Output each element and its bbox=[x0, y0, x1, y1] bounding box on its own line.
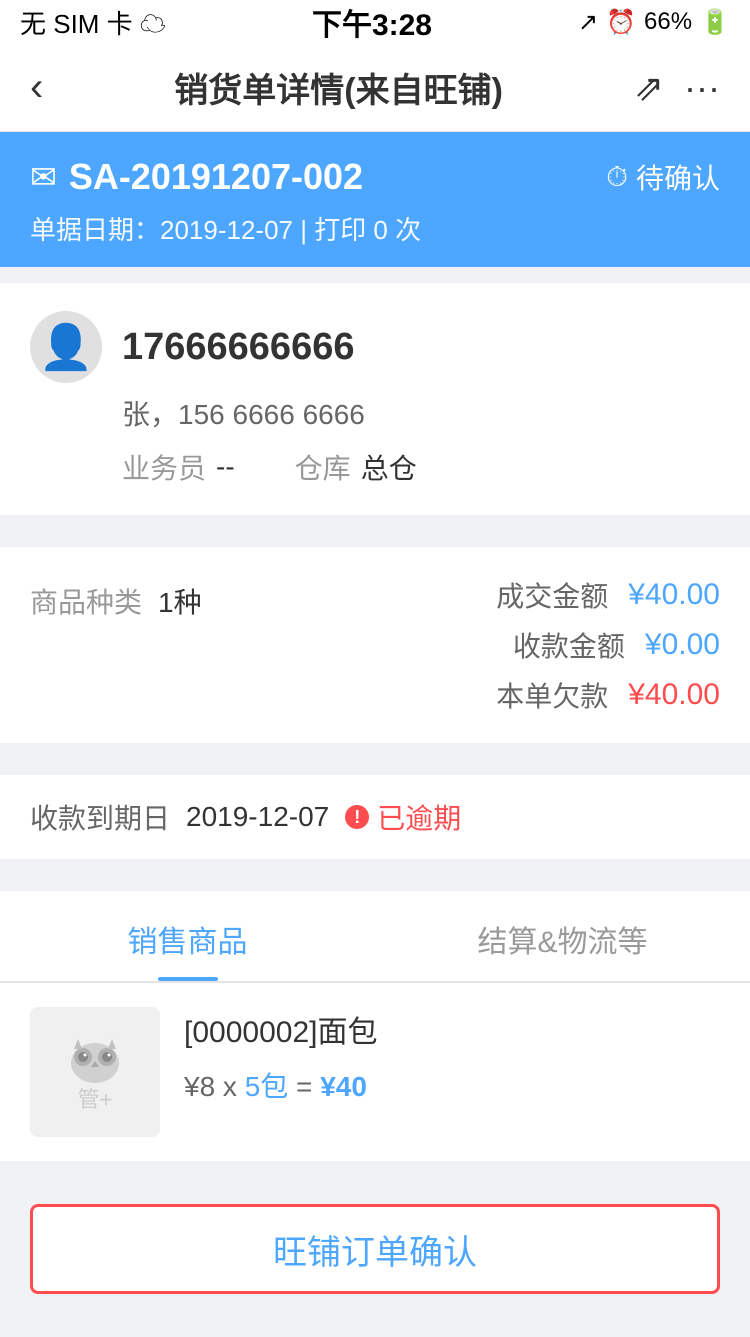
nav-actions: ⇗ ··· bbox=[634, 67, 720, 109]
more-button[interactable]: ··· bbox=[684, 67, 720, 109]
order-date: 单据日期：2019-12-07 | 打印 0 次 bbox=[30, 210, 720, 247]
due-date-card: 收款到期日 2019-12-07 ! 已逾期 bbox=[0, 775, 750, 859]
product-equals: = bbox=[288, 1071, 320, 1102]
product-info: [0000002]面包 ¥8 x 5包 = ¥40 bbox=[184, 1007, 720, 1105]
divider-3 bbox=[0, 759, 750, 775]
confirm-btn-wrap: 旺铺订单确认 bbox=[0, 1184, 750, 1334]
alarm-icon: ⏰ bbox=[606, 8, 636, 37]
product-price-row: ¥8 x 5包 = ¥40 bbox=[184, 1065, 720, 1105]
received-amount-label: 收款金额 bbox=[513, 625, 625, 665]
product-card: 管+ [0000002]面包 ¥8 x 5包 = ¥40 bbox=[0, 983, 750, 1161]
received-amount-row: 收款金额 ¥0.00 bbox=[513, 625, 720, 665]
person-icon: 👤 bbox=[39, 321, 94, 373]
product-types-value: 1种 bbox=[158, 581, 202, 621]
due-date-label: 收款到期日 bbox=[30, 797, 170, 837]
product-logo-icon bbox=[60, 1031, 130, 1086]
status-right: ↗ ⏰ 66% 🔋 bbox=[578, 8, 730, 37]
product-total: ¥40 bbox=[320, 1071, 367, 1102]
customer-meta: 业务员 -- 仓库 总仓 bbox=[122, 447, 720, 487]
order-status: ⏱ 待确认 bbox=[606, 157, 720, 197]
warehouse-value: 总仓 bbox=[361, 447, 417, 487]
owed-amount-value: ¥40.00 bbox=[628, 678, 720, 712]
battery-level: 66% bbox=[644, 8, 692, 36]
amounts: 成交金额 ¥40.00 收款金额 ¥0.00 本单欠款 ¥40.00 bbox=[496, 575, 720, 715]
status-text: 待确认 bbox=[636, 157, 720, 197]
share-button[interactable]: ⇗ bbox=[634, 67, 664, 109]
received-amount-value: ¥0.00 bbox=[645, 628, 720, 662]
back-button[interactable]: ‹ bbox=[30, 65, 43, 110]
status-left: 无 SIM 卡 ☁ bbox=[20, 4, 166, 41]
deal-amount-label: 成交金额 bbox=[496, 575, 608, 615]
order-id: SA-20191207-002 bbox=[69, 156, 363, 198]
owed-amount-row: 本单欠款 ¥40.00 bbox=[496, 675, 720, 715]
owed-amount-label: 本单欠款 bbox=[496, 675, 608, 715]
salesperson-item: 业务员 -- bbox=[122, 447, 235, 487]
deal-amount-row: 成交金额 ¥40.00 bbox=[496, 575, 720, 615]
clock-icon: ⏱ bbox=[606, 161, 628, 194]
deal-amount-value: ¥40.00 bbox=[628, 578, 720, 612]
nav-bar: ‹ 销货单详情(来自旺铺) ⇗ ··· bbox=[0, 44, 750, 132]
warehouse-label: 仓库 bbox=[295, 447, 351, 487]
product-types: 商品种类 1种 bbox=[30, 575, 202, 621]
avatar: 👤 bbox=[30, 311, 102, 383]
overdue-icon: ! bbox=[345, 805, 369, 829]
summary-card: 商品种类 1种 成交金额 ¥40.00 收款金额 ¥0.00 本单欠款 ¥40.… bbox=[0, 547, 750, 743]
battery-icon: 🔋 bbox=[700, 8, 730, 37]
tab-sales-products[interactable]: 销售商品 bbox=[0, 891, 375, 981]
overdue-badge: ! 已逾期 bbox=[345, 797, 461, 837]
customer-card: 👤 17666666666 张，156 6666 6666 业务员 -- 仓库 … bbox=[0, 283, 750, 515]
tab-settlement[interactable]: 结算&物流等 bbox=[375, 891, 750, 981]
salesperson-label: 业务员 bbox=[122, 447, 206, 487]
product-plus-text: 管+ bbox=[78, 1082, 113, 1114]
overdue-text: 已逾期 bbox=[377, 797, 461, 837]
salesperson-value: -- bbox=[216, 451, 235, 483]
product-price: ¥8 x bbox=[184, 1071, 245, 1102]
product-qty: 5包 bbox=[245, 1071, 289, 1102]
location-icon: ↗ bbox=[578, 8, 598, 37]
confirm-order-button[interactable]: 旺铺订单确认 bbox=[30, 1204, 720, 1294]
product-types-label: 商品种类 bbox=[30, 581, 142, 621]
customer-phone: 17666666666 bbox=[122, 326, 354, 369]
status-time: 下午3:28 bbox=[312, 0, 432, 44]
due-date-value: 2019-12-07 bbox=[186, 801, 329, 833]
sim-status: 无 SIM 卡 ☁ bbox=[20, 4, 166, 41]
warehouse-item: 仓库 总仓 bbox=[295, 447, 417, 487]
status-bar: 无 SIM 卡 ☁ 下午3:28 ↗ ⏰ 66% 🔋 bbox=[0, 0, 750, 44]
order-header: ✉ SA-20191207-002 ⏱ 待确认 单据日期：2019-12-07 … bbox=[0, 132, 750, 267]
customer-name: 张，156 6666 6666 bbox=[122, 393, 720, 433]
divider-1 bbox=[0, 267, 750, 283]
tabs: 销售商品 结算&物流等 bbox=[0, 891, 750, 983]
order-icon: ✉ bbox=[30, 158, 57, 196]
product-name: [0000002]面包 bbox=[184, 1007, 720, 1051]
divider-2 bbox=[0, 531, 750, 547]
product-thumbnail: 管+ bbox=[30, 1007, 160, 1137]
page-title: 销货单详情(来自旺铺) bbox=[174, 63, 503, 112]
divider-4 bbox=[0, 875, 750, 891]
order-id-row: ✉ SA-20191207-002 bbox=[30, 156, 363, 198]
